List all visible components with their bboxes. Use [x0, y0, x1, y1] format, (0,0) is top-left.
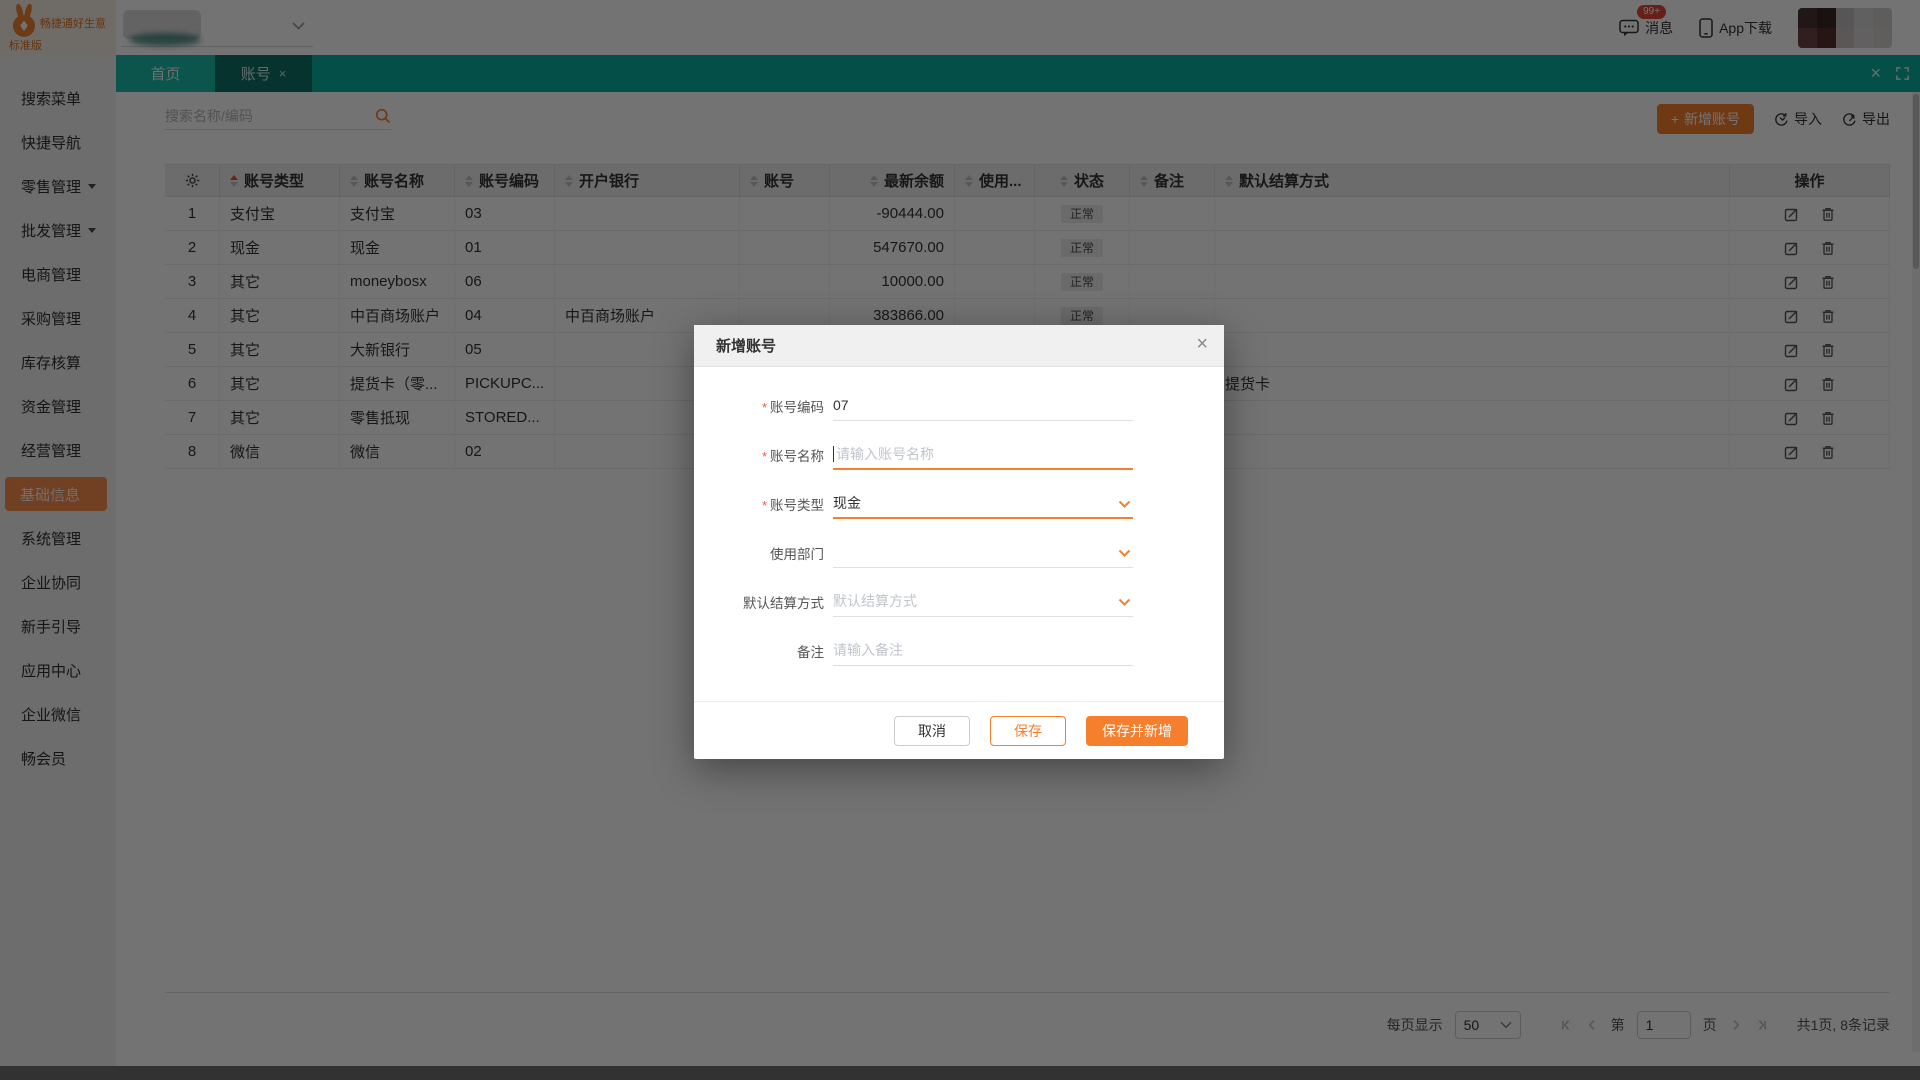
field-label-text: 账号编码 [770, 399, 824, 415]
field-value: 现金 [833, 494, 861, 511]
field-input-4[interactable] [833, 538, 1133, 568]
save-and-new-button[interactable]: 保存并新增 [1086, 715, 1188, 746]
field-input-2[interactable]: 请输入账号名称 [833, 440, 1133, 470]
field-input-1[interactable]: 07 [833, 391, 1133, 421]
field-label: 备注 [694, 641, 824, 661]
cancel-button[interactable]: 取消 [894, 715, 970, 746]
field-placeholder: 请输入备注 [833, 642, 903, 658]
field-input-3[interactable]: 现金 [833, 489, 1133, 519]
required-star: * [761, 448, 767, 464]
field-label: 默认结算方式 [694, 592, 824, 612]
form-row-3: * 账号类型 现金 [694, 479, 1224, 528]
field-input-6[interactable]: 请输入备注 [833, 636, 1133, 666]
modal-title: 新增账号 [716, 338, 777, 355]
field-label-text: 默认结算方式 [743, 595, 824, 611]
field-placeholder: 默认结算方式 [833, 593, 917, 609]
field-label: * 账号编码 [694, 396, 824, 416]
form-row-4: 使用部门 [694, 528, 1224, 577]
chevron-down-icon[interactable] [1118, 549, 1131, 558]
field-label: * 账号类型 [694, 494, 824, 514]
field-label: * 账号名称 [694, 445, 824, 465]
field-label-text: 账号类型 [770, 497, 824, 513]
required-star: * [761, 497, 767, 513]
field-label: 使用部门 [694, 543, 824, 563]
modal-footer: 取消 保存 保存并新增 [694, 701, 1224, 759]
modal-body: * 账号编码 07 * 账号名称 请输入账号名称 * 账号类型 现金 使用部门 默认结算方式 默认… [694, 367, 1224, 675]
form-row-5: 默认结算方式 默认结算方式 [694, 577, 1224, 626]
chevron-down-icon[interactable] [1118, 598, 1131, 607]
field-input-5[interactable]: 默认结算方式 [833, 587, 1133, 617]
form-row-1: * 账号编码 07 [694, 381, 1224, 430]
field-placeholder: 请输入账号名称 [836, 445, 934, 462]
modal-header: 新增账号 × [694, 325, 1224, 367]
field-label-text: 使用部门 [770, 546, 824, 562]
chevron-down-icon[interactable] [1118, 500, 1131, 509]
form-row-6: 备注 请输入备注 [694, 626, 1224, 675]
close-icon[interactable]: × [1196, 333, 1208, 356]
field-value: 07 [833, 397, 849, 413]
save-button[interactable]: 保存 [990, 715, 1066, 746]
field-label-text: 备注 [797, 644, 824, 660]
add-account-modal: 新增账号 × * 账号编码 07 * 账号名称 请输入账号名称 * 账号类型 现金 使用部门 默… [694, 325, 1224, 759]
form-row-2: * 账号名称 请输入账号名称 [694, 430, 1224, 479]
field-label-text: 账号名称 [770, 448, 824, 464]
text-cursor [833, 445, 834, 462]
required-star: * [761, 399, 767, 415]
